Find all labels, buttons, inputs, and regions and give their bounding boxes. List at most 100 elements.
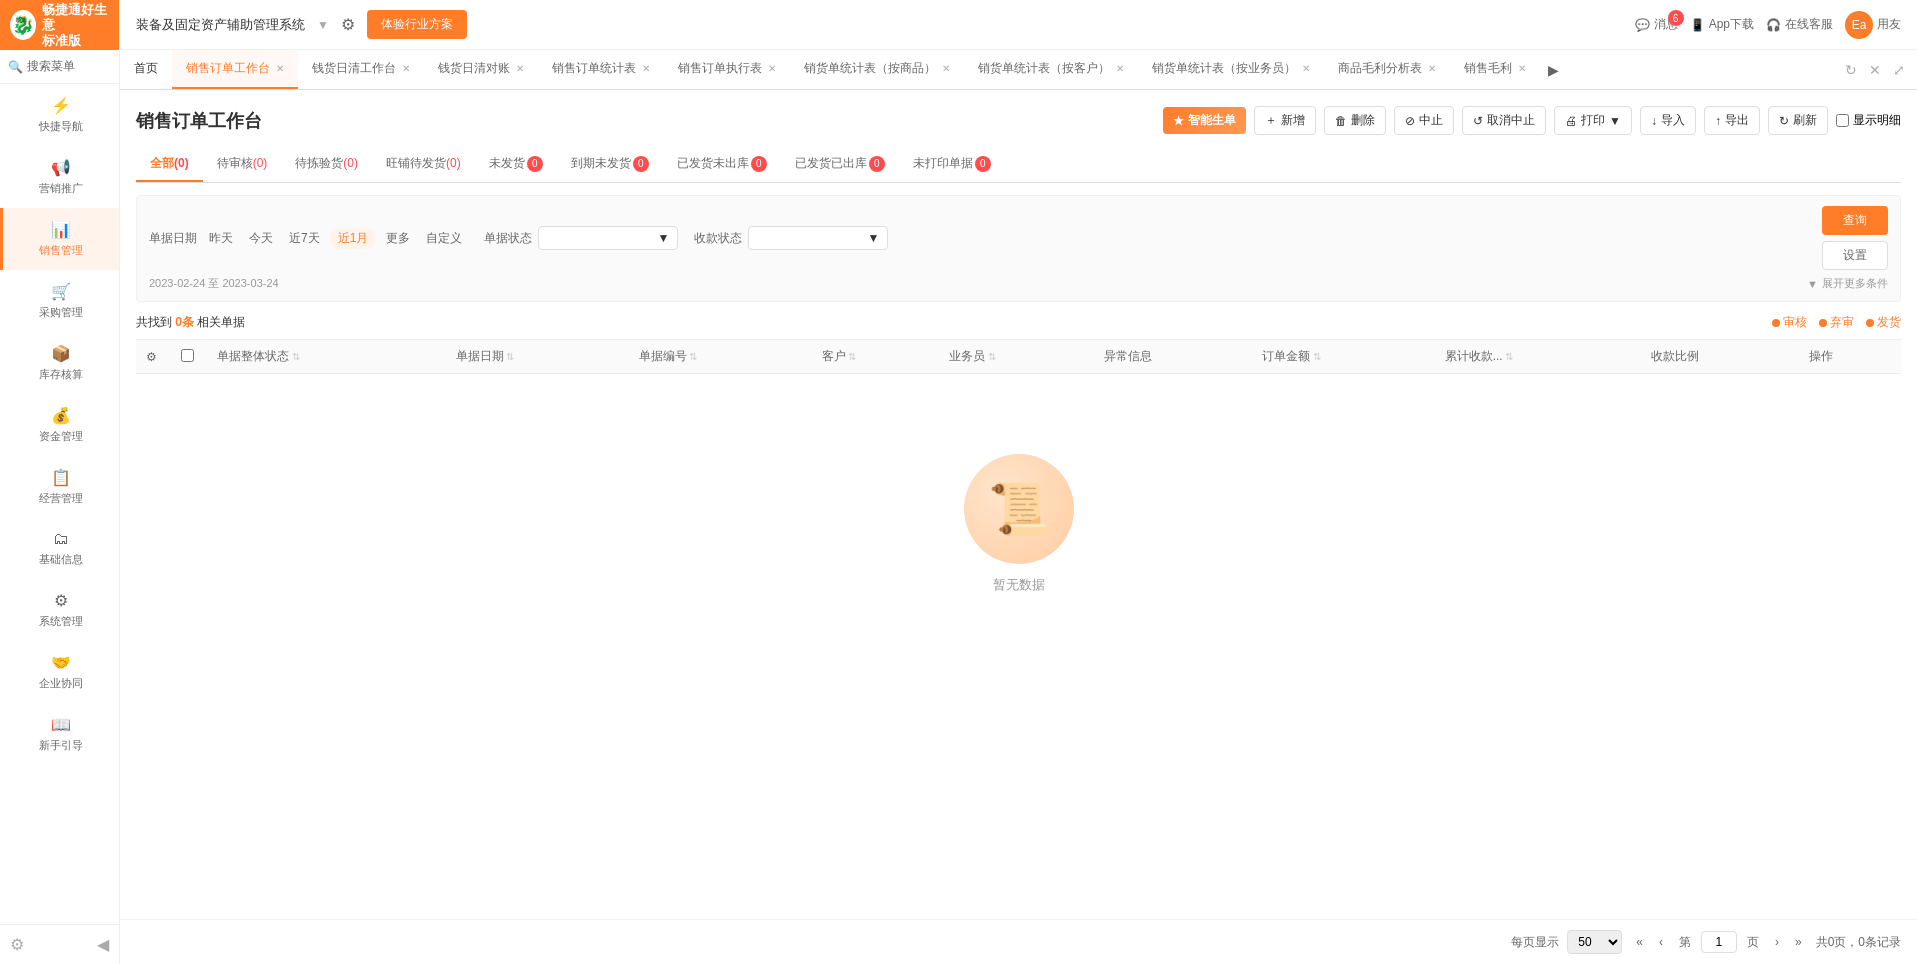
show-detail-label[interactable]: 显示明细 bbox=[1836, 112, 1901, 129]
sidebar-item-operations[interactable]: 📋 经营管理 bbox=[0, 456, 119, 518]
sub-tab-all[interactable]: 全部(0) bbox=[136, 147, 203, 182]
expand-btn[interactable]: ▼ 展开更多条件 bbox=[1807, 276, 1888, 291]
col-customer[interactable]: 客户 bbox=[812, 340, 939, 374]
tab-sales-profit[interactable]: 销售毛利 ✕ bbox=[1450, 50, 1540, 89]
tab-close-sales-profit[interactable]: ✕ bbox=[1518, 63, 1526, 74]
tab-close-cash-reconcile[interactable]: ✕ bbox=[516, 63, 524, 74]
col-settings[interactable]: ⚙ bbox=[136, 340, 167, 374]
quick-reject-btn[interactable]: 弃审 bbox=[1819, 314, 1854, 331]
payment-select[interactable]: ▼ bbox=[748, 226, 888, 250]
sub-tab-overdue-not-shipped[interactable]: 到期未发货0 bbox=[557, 147, 663, 182]
col-checkbox bbox=[167, 340, 207, 374]
online-service-btn[interactable]: 🎧 在线客服 bbox=[1766, 16, 1833, 33]
tab-close-sales-stat[interactable]: ✕ bbox=[642, 63, 650, 74]
tab-refresh-icon[interactable]: ↻ bbox=[1841, 58, 1861, 82]
audit-dot bbox=[1772, 319, 1780, 327]
col-date[interactable]: 单据日期 bbox=[446, 340, 629, 374]
delete-btn[interactable]: 🗑 删除 bbox=[1324, 106, 1386, 135]
sidebar-item-marketing[interactable]: 📢 营销推广 bbox=[0, 146, 119, 208]
sidebar-item-label: 资金管理 bbox=[39, 429, 83, 444]
horizontal-scrollbar[interactable] bbox=[136, 674, 1901, 684]
app-download-btn[interactable]: 📱 App下载 bbox=[1690, 16, 1754, 33]
sub-tab-not-shipped[interactable]: 未发货0 bbox=[475, 147, 557, 182]
show-detail-checkbox[interactable] bbox=[1836, 114, 1849, 127]
import-btn[interactable]: ↓ 导入 bbox=[1640, 106, 1696, 135]
col-amount[interactable]: 订单金额 bbox=[1252, 340, 1435, 374]
sidebar-item-system[interactable]: ⚙ 系统管理 bbox=[0, 579, 119, 641]
tab-cash-reconcile[interactable]: 钱货日清对账 ✕ bbox=[424, 50, 538, 89]
sub-tab-wangpu-pending[interactable]: 旺铺待发货(0) bbox=[372, 147, 475, 182]
sidebar-item-quick-nav[interactable]: ⚡ 快捷导航 bbox=[0, 84, 119, 146]
sub-tab-shipped-not-warehoused[interactable]: 已发货未出库0 bbox=[663, 147, 781, 182]
empty-state-icon: 📜 bbox=[964, 454, 1074, 564]
prev-page-btn[interactable]: ‹ bbox=[1653, 932, 1669, 952]
quick-ship-btn[interactable]: 发货 bbox=[1866, 314, 1901, 331]
sidebar-search[interactable]: 🔍 搜索菜单 bbox=[0, 50, 119, 84]
print-btn[interactable]: 🖨 打印 ▼ bbox=[1554, 106, 1632, 135]
sidebar-collapse-icon[interactable]: ◀ bbox=[97, 935, 109, 954]
page-size-select[interactable]: 50 10 20 100 bbox=[1567, 930, 1622, 954]
col-status[interactable]: 单据整体状态 bbox=[207, 340, 446, 374]
date-opt-custom[interactable]: 自定义 bbox=[420, 228, 468, 249]
tab-sales-exec[interactable]: 销售订单执行表 ✕ bbox=[664, 50, 790, 89]
col-number[interactable]: 单据编号 bbox=[629, 340, 812, 374]
tab-product-margin[interactable]: 商品毛利分析表 ✕ bbox=[1324, 50, 1450, 89]
tab-close-product-margin[interactable]: ✕ bbox=[1428, 63, 1436, 74]
date-opt-more[interactable]: 更多 bbox=[380, 228, 416, 249]
sidebar-settings-icon[interactable]: ⚙ bbox=[10, 935, 24, 954]
industry-btn[interactable]: 体验行业方案 bbox=[367, 10, 467, 39]
tab-return-stat-staff[interactable]: 销货单统计表（按业务员） ✕ bbox=[1138, 50, 1324, 89]
date-opt-today[interactable]: 今天 bbox=[243, 228, 279, 249]
export-btn[interactable]: ↑ 导出 bbox=[1704, 106, 1760, 135]
sidebar-item-inventory[interactable]: 📦 库存核算 bbox=[0, 332, 119, 394]
cancel-stop-btn[interactable]: ↺ 取消中止 bbox=[1462, 106, 1546, 135]
sidebar-item-cooperation[interactable]: 🤝 企业协同 bbox=[0, 641, 119, 703]
header-settings-icon[interactable]: ⚙ bbox=[341, 15, 355, 34]
stop-btn[interactable]: ⊘ 中止 bbox=[1394, 106, 1454, 135]
sidebar-item-base-info[interactable]: 🗂 基础信息 bbox=[0, 518, 119, 579]
tab-home[interactable]: 首页 bbox=[120, 50, 172, 89]
tab-close-return-product[interactable]: ✕ bbox=[942, 63, 950, 74]
sub-tab-pending-review[interactable]: 待审核(0) bbox=[203, 147, 282, 182]
add-btn[interactable]: ＋ 新增 bbox=[1254, 106, 1316, 135]
tab-sales-stat[interactable]: 销售订单统计表 ✕ bbox=[538, 50, 664, 89]
first-page-btn[interactable]: « bbox=[1630, 932, 1649, 952]
tab-more-btn[interactable]: ▶ bbox=[1540, 54, 1567, 86]
col-collected[interactable]: 累计收款... bbox=[1435, 340, 1641, 374]
tab-close-return-staff[interactable]: ✕ bbox=[1302, 63, 1310, 74]
refresh-btn[interactable]: ↻ 刷新 bbox=[1768, 106, 1828, 135]
tab-return-stat-product[interactable]: 销货单统计表（按商品） ✕ bbox=[790, 50, 964, 89]
tab-close-cash-daily[interactable]: ✕ bbox=[402, 63, 410, 74]
date-opt-last1month[interactable]: 近1月 bbox=[330, 228, 377, 249]
date-opt-yesterday[interactable]: 昨天 bbox=[203, 228, 239, 249]
quick-audit-btn[interactable]: 审核 bbox=[1772, 314, 1807, 331]
select-all-checkbox[interactable] bbox=[181, 349, 194, 362]
sub-tab-pending-inspect[interactable]: 待拣验货(0) bbox=[281, 147, 372, 182]
page-number-input[interactable] bbox=[1701, 931, 1737, 953]
date-opt-last7[interactable]: 近7天 bbox=[283, 228, 326, 249]
tab-return-stat-customer[interactable]: 销货单统计表（按客户） ✕ bbox=[964, 50, 1138, 89]
sidebar-item-finance[interactable]: 💰 资金管理 bbox=[0, 394, 119, 456]
message-btn[interactable]: 💬 消息 6 bbox=[1635, 16, 1678, 33]
tab-sales-order[interactable]: 销售订单工作台 ✕ bbox=[172, 50, 298, 89]
sidebar-item-purchase[interactable]: 🛒 采购管理 bbox=[0, 270, 119, 332]
next-page-btn[interactable]: › bbox=[1769, 932, 1785, 952]
user-btn[interactable]: Ea 用友 bbox=[1845, 11, 1901, 39]
ai-generate-btn[interactable]: ★ 智能生单 bbox=[1163, 107, 1246, 134]
tab-close-all-icon[interactable]: ✕ bbox=[1865, 58, 1885, 82]
sub-tab-not-printed[interactable]: 未打印单据0 bbox=[899, 147, 1005, 182]
settings-btn[interactable]: 设置 bbox=[1822, 241, 1888, 270]
sidebar-item-guide[interactable]: 📖 新手引导 bbox=[0, 703, 119, 765]
sidebar-item-sales[interactable]: 📊 销售管理 bbox=[0, 208, 119, 270]
sub-tab-shipped-warehoused[interactable]: 已发货已出库0 bbox=[781, 147, 899, 182]
tab-close-sales-order[interactable]: ✕ bbox=[276, 63, 284, 74]
status-select[interactable]: ▼ bbox=[538, 226, 678, 250]
tab-maximize-icon[interactable]: ⤢ bbox=[1889, 58, 1909, 82]
query-btn[interactable]: 查询 bbox=[1822, 206, 1888, 235]
tab-close-sales-exec[interactable]: ✕ bbox=[768, 63, 776, 74]
col-salesperson[interactable]: 业务员 bbox=[939, 340, 1094, 374]
tab-cash-daily[interactable]: 钱货日清工作台 ✕ bbox=[298, 50, 424, 89]
last-page-btn[interactable]: » bbox=[1789, 932, 1808, 952]
tab-close-return-customer[interactable]: ✕ bbox=[1116, 63, 1124, 74]
dropdown-arrow-icon[interactable]: ▼ bbox=[317, 18, 329, 32]
